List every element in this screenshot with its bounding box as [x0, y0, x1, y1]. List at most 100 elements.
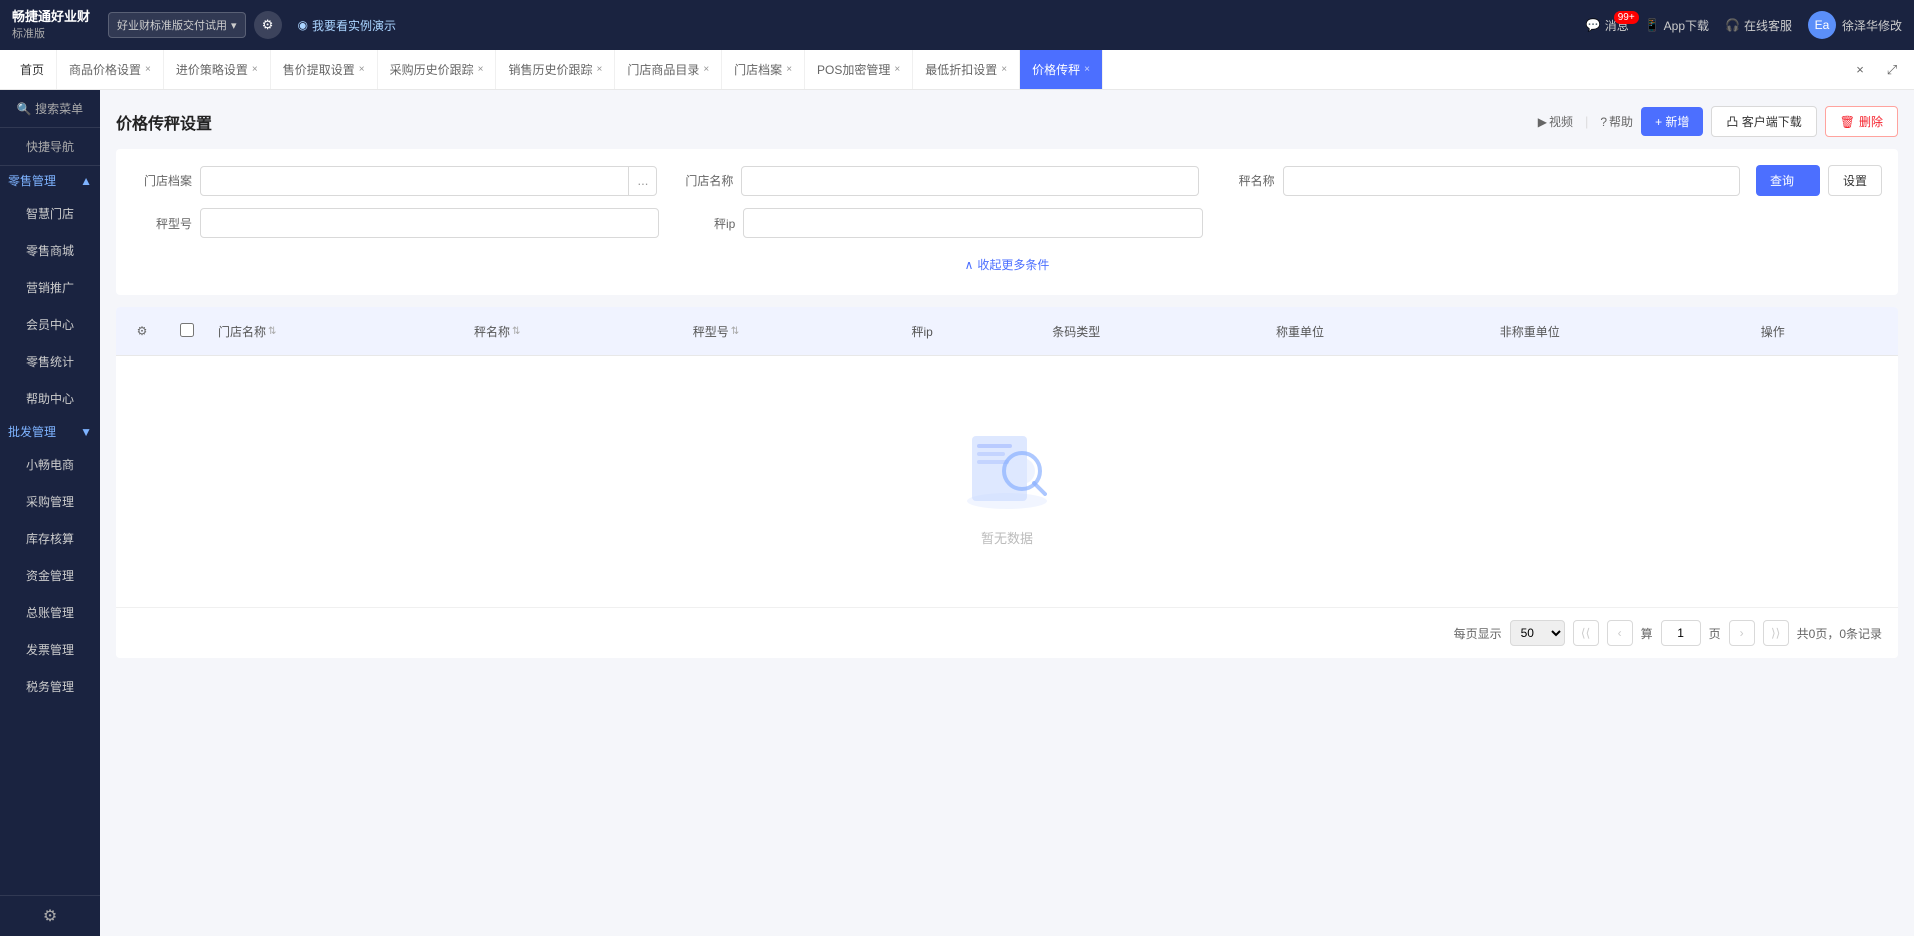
filter-store-name: 门店名称	[673, 166, 1198, 196]
demo-link[interactable]: ◉ 我要看实例演示	[298, 17, 397, 34]
tab-close-purchase-history[interactable]: ×	[478, 64, 484, 75]
version-selector[interactable]: 好业财标准版交付试用 ▾	[108, 12, 246, 38]
tab-close-purchase-strategy[interactable]: ×	[252, 64, 258, 75]
th-operation: 操作	[1749, 307, 1898, 356]
tab-store-archive[interactable]: 门店档案 ×	[722, 50, 805, 90]
tab-close-price-transfer[interactable]: ×	[1084, 64, 1090, 75]
sidebar-item-purchase[interactable]: 采购管理	[0, 483, 100, 520]
query-button[interactable]: 查询	[1756, 165, 1820, 196]
video-link[interactable]: ▶ 视频	[1538, 113, 1573, 130]
settings-icon[interactable]: ⚙	[254, 11, 282, 39]
sidebar-item-retail-mall[interactable]: 零售商城	[0, 232, 100, 269]
store-archive-input[interactable]	[201, 167, 628, 195]
tab-close-all-button[interactable]: ×	[1846, 56, 1874, 84]
sidebar-section-retail[interactable]: 零售管理 ▲	[0, 166, 100, 195]
sidebar-footer: ⚙	[0, 895, 100, 936]
store-archive-input-group: ...	[200, 166, 657, 196]
total-info: 共0页，0条记录	[1797, 625, 1882, 642]
th-store-name: 门店名称 ⇅	[206, 307, 462, 356]
tab-store-catalog[interactable]: 门店商品目录 ×	[615, 50, 722, 90]
per-page-select[interactable]: 10 20 50 100	[1510, 620, 1565, 646]
col-checkbox	[168, 307, 206, 356]
sidebar-item-finance[interactable]: 资金管理	[0, 557, 100, 594]
sidebar-item-smart-store[interactable]: 智慧门店	[0, 195, 100, 232]
sidebar-item-invoice[interactable]: 发票管理	[0, 631, 100, 668]
filter-scale-model-label: 秤型号	[132, 215, 192, 232]
next-page-button[interactable]: ›	[1729, 620, 1755, 646]
sidebar-item-ecommerce[interactable]: 小畅电商	[0, 446, 100, 483]
select-all-checkbox[interactable]	[180, 323, 194, 337]
demo-icon: ◉	[298, 18, 308, 32]
sort-scale-model[interactable]: 秤型号 ⇅	[693, 323, 888, 340]
online-service-button[interactable]: 🎧 在线客服	[1725, 17, 1792, 34]
sidebar-item-member[interactable]: 会员中心	[0, 306, 100, 343]
sidebar-settings-button[interactable]: ⚙	[8, 906, 92, 926]
tab-goods-price[interactable]: 商品价格设置 ×	[57, 50, 164, 90]
tab-close-pos[interactable]: ×	[894, 64, 900, 75]
scale-name-input[interactable]	[1283, 166, 1740, 196]
help-link[interactable]: ? 帮助	[1600, 113, 1633, 130]
main-layout: 🔍 搜索菜单 快捷导航 零售管理 ▲ 智慧门店 零售商城 营销推广 会员中心 零…	[0, 90, 1914, 936]
filter-scale-model: 秤型号	[132, 208, 659, 238]
tab-sale-price[interactable]: 售价提取设置 ×	[271, 50, 378, 90]
tab-sales-history[interactable]: 销售历史价跟踪 ×	[496, 50, 615, 90]
tab-close-sales-history[interactable]: ×	[596, 64, 602, 75]
empty-illustration	[947, 416, 1067, 516]
first-page-button[interactable]: ⟨⟨	[1573, 620, 1599, 646]
per-page-label: 每页显示	[1454, 625, 1502, 642]
filter-store-archive: 门店档案 ...	[132, 166, 657, 196]
tab-purchase-strategy[interactable]: 进价策略设置 ×	[164, 50, 271, 90]
sidebar-item-general-ledger[interactable]: 总账管理	[0, 594, 100, 631]
tab-close-store-archive[interactable]: ×	[786, 64, 792, 75]
tab-expand-button[interactable]: ⤢	[1878, 56, 1906, 84]
sidebar-item-tax[interactable]: 税务管理	[0, 668, 100, 705]
delete-button[interactable]: 🗑 删除	[1825, 106, 1898, 137]
page-actions: ▶ 视频 | ? 帮助 + 新增 凸 客户端下载 🗑 删除	[1538, 106, 1898, 137]
download-button[interactable]: 凸 客户端下载	[1711, 106, 1816, 137]
messages-button[interactable]: 💬 消息 99+	[1586, 17, 1629, 34]
user-menu-button[interactable]: Ea 徐泽华修改	[1808, 11, 1902, 39]
tab-close-goods-price[interactable]: ×	[145, 64, 151, 75]
page-header: 价格传秤设置 ▶ 视频 | ? 帮助 + 新增 凸 客户端下载 🗑	[116, 106, 1898, 137]
last-page-button[interactable]: ⟩⟩	[1763, 620, 1789, 646]
filter-scale-ip: 秤ip	[675, 208, 1202, 238]
avatar: Ea	[1808, 11, 1836, 39]
top-bar: 畅捷通好业财 标准版 好业财标准版交付试用 ▾ ⚙ ◉ 我要看实例演示 💬 消息…	[0, 0, 1914, 50]
sort-store-name[interactable]: 门店名称 ⇅	[218, 323, 450, 340]
table-card: ⚙ 门店名称 ⇅ 秤名称	[116, 307, 1898, 658]
sidebar-quick-nav[interactable]: 快捷导航	[0, 128, 100, 166]
page-number-input[interactable]	[1661, 620, 1701, 646]
collapse-button[interactable]: ∧ 收起更多条件	[132, 250, 1882, 279]
sidebar-item-retail-stats[interactable]: 零售统计	[0, 343, 100, 380]
tab-close-store-catalog[interactable]: ×	[703, 64, 709, 75]
sidebar-search[interactable]: 🔍 搜索菜单	[0, 90, 100, 128]
sidebar-item-inventory[interactable]: 库存核算	[0, 520, 100, 557]
tab-price-transfer[interactable]: 价格传秤 ×	[1020, 50, 1103, 90]
tab-min-discount[interactable]: 最低折扣设置 ×	[913, 50, 1020, 90]
sidebar-item-marketing[interactable]: 营销推广	[0, 269, 100, 306]
add-button[interactable]: + 新增	[1641, 107, 1703, 136]
chevron-icon: ▲	[80, 174, 92, 188]
tab-home[interactable]: 首页	[8, 50, 57, 90]
table-body: 暂无数据	[116, 356, 1898, 608]
tab-close-min-discount[interactable]: ×	[1001, 64, 1007, 75]
tab-pos-management[interactable]: POS加密管理 ×	[805, 50, 913, 90]
store-name-input[interactable]	[741, 166, 1198, 196]
sidebar-section-wholesale[interactable]: 批发管理 ▼	[0, 417, 100, 446]
tab-purchase-history[interactable]: 采购历史价跟踪 ×	[378, 50, 497, 90]
table-header-row: ⚙ 门店名称 ⇅ 秤名称	[116, 307, 1898, 356]
scale-ip-input[interactable]	[743, 208, 1202, 238]
settings-button[interactable]: 设置	[1828, 165, 1882, 196]
app-download-button[interactable]: 📱 App下载	[1645, 17, 1709, 34]
column-settings-button[interactable]: ⚙	[128, 317, 156, 345]
tab-close-sale-price[interactable]: ×	[359, 64, 365, 75]
dropdown-icon: ▾	[231, 19, 237, 32]
pagination: 每页显示 10 20 50 100 ⟨⟨ ‹ 算 页 › ⟩⟩ 共0页，0条记录	[116, 607, 1898, 658]
content-area: 价格传秤设置 ▶ 视频 | ? 帮助 + 新增 凸 客户端下载 🗑	[100, 90, 1914, 936]
sidebar-item-help[interactable]: 帮助中心	[0, 380, 100, 417]
filter-scale-name: 秤名称	[1215, 166, 1740, 196]
scale-model-input[interactable]	[200, 208, 659, 238]
sort-scale-name[interactable]: 秤名称 ⇅	[474, 323, 669, 340]
prev-page-button[interactable]: ‹	[1607, 620, 1633, 646]
store-archive-picker-button[interactable]: ...	[628, 167, 656, 195]
